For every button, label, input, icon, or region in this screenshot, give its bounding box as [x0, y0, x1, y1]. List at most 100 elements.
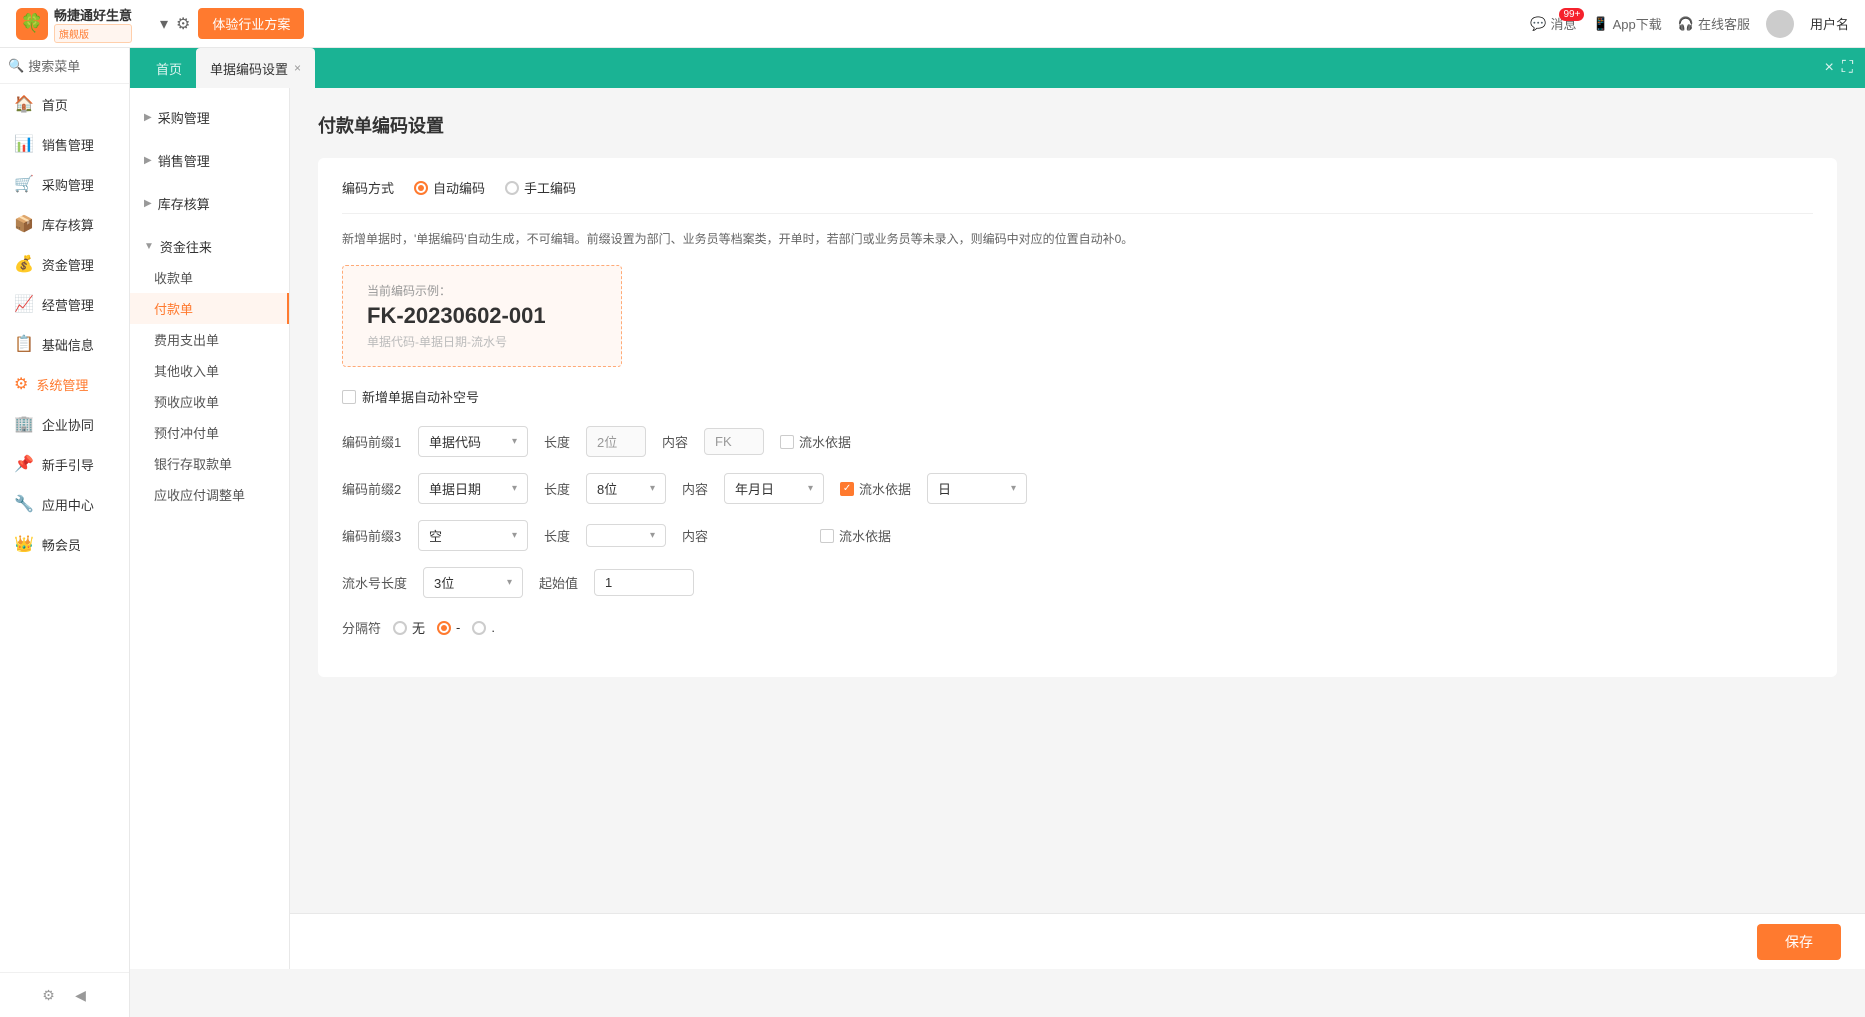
- sub-menu-item-shoukuan[interactable]: 收款单: [130, 262, 289, 293]
- nav-dropdown-btn[interactable]: ▾: [160, 14, 168, 34]
- save-button[interactable]: 保存: [1757, 924, 1841, 960]
- auto-encode-radio[interactable]: 自动编码: [414, 178, 485, 197]
- purchase-icon: 🛒: [14, 174, 34, 194]
- sub-menu-capital: ▼ 资金往来 收款单 付款单 费用支出单 其他收入单 预收应收单 预付冲付单 银…: [130, 225, 289, 516]
- manual-encode-radio[interactable]: 手工编码: [505, 178, 576, 197]
- sub-menu-capital-header[interactable]: ▼ 资金往来: [130, 231, 289, 262]
- topbar-left: 🍀 畅捷通好生意 旗舰版 ▾ ⚙ 体验行业方案: [16, 5, 304, 43]
- prefix2-period[interactable]: 日 ▾: [927, 473, 1027, 504]
- tab-close-icon[interactable]: ×: [1824, 59, 1833, 77]
- user-avatar[interactable]: [1766, 10, 1794, 38]
- basic-icon: 📋: [14, 334, 34, 354]
- prefix2-length[interactable]: 8位 ▾: [586, 473, 666, 504]
- sidebar-item-finance[interactable]: 💰 资金管理: [0, 244, 129, 284]
- dropdown-arrow-icon: ▾: [650, 483, 655, 494]
- dropdown-arrow-icon: ▾: [507, 577, 512, 588]
- sidebar-item-newguide[interactable]: 📌 新手引导: [0, 444, 129, 484]
- sidebar-item-home[interactable]: 🏠 首页: [0, 84, 129, 124]
- sep-dot-radio[interactable]: .: [472, 620, 495, 635]
- sales-icon: 📊: [14, 134, 34, 154]
- sidebar-item-appcenter[interactable]: 🔧 应用中心: [0, 484, 129, 524]
- dropdown-arrow-icon: ▾: [512, 436, 517, 447]
- settings-icon[interactable]: ⚙: [176, 14, 190, 34]
- tab-close-btn[interactable]: ×: [294, 61, 301, 75]
- sub-sidebar: ▶ 采购管理 ▶ 销售管理 ▶ 库存核算: [130, 88, 290, 969]
- sidebar-item-inventory[interactable]: 📦 库存核算: [0, 204, 129, 244]
- sub-menu-item-feiyong[interactable]: 费用支出单: [130, 324, 289, 355]
- sep-none-radio[interactable]: 无: [393, 618, 425, 637]
- auto-encode-radio-circle: [414, 181, 428, 195]
- logo-area: 🍀 畅捷通好生意 旗舰版: [16, 5, 132, 43]
- sep-dash-radio[interactable]: -: [437, 620, 460, 635]
- encoding-method-row: 编码方式 自动编码 手工编码: [342, 178, 1813, 214]
- prefix3-row: 编码前缀3 空 ▾ 长度 ▾ 内容: [342, 520, 1813, 551]
- tab-home[interactable]: 首页: [142, 48, 196, 88]
- prefix3-select[interactable]: 空 ▾: [418, 520, 528, 551]
- sidebar-item-basic[interactable]: 📋 基础信息: [0, 324, 129, 364]
- sep-dash-circle: [437, 621, 451, 635]
- prefix2-content[interactable]: 年月日 ▾: [724, 473, 824, 504]
- finance-icon: 💰: [14, 254, 34, 274]
- prefix2-checkbox[interactable]: ✓ 流水依据: [840, 479, 911, 498]
- trial-btn[interactable]: 体验行业方案: [198, 8, 304, 39]
- form-area: 付款单编码设置 编码方式 自动编码 手工编码: [290, 88, 1865, 913]
- sub-menu-item-yinhang[interactable]: 银行存取款单: [130, 448, 289, 479]
- sidebar-item-enterprise[interactable]: 🏢 企业协同: [0, 404, 129, 444]
- manual-encode-radio-circle: [505, 181, 519, 195]
- system-icon: ⚙: [14, 374, 28, 394]
- sub-menu-sales-header[interactable]: ▶ 销售管理: [130, 145, 289, 176]
- separator-row: 分隔符 无 - .: [342, 618, 1813, 637]
- logo-icon: 🍀: [16, 8, 48, 40]
- topbar: 🍀 畅捷通好生意 旗舰版 ▾ ⚙ 体验行业方案 💬 消息 99+ 📱 App下载…: [0, 0, 1865, 48]
- sub-menu-inventory-header[interactable]: ▶ 库存核算: [130, 188, 289, 219]
- topbar-right: 💬 消息 99+ 📱 App下载 🎧 在线客服 用户名: [1530, 10, 1849, 38]
- arrow-expand-icon: ▼: [144, 241, 154, 252]
- home-icon: 🏠: [14, 94, 34, 114]
- enterprise-icon: 🏢: [14, 414, 34, 434]
- sub-menu-item-fukuan[interactable]: 付款单: [130, 293, 289, 324]
- sidebar-item-sales[interactable]: 📊 销售管理: [0, 124, 129, 164]
- sub-menu-purchase-header[interactable]: ▶ 采购管理: [130, 102, 289, 133]
- dropdown-arrow-icon: ▾: [512, 530, 517, 541]
- message-icon: 💬: [1530, 16, 1546, 32]
- sub-menu-sales: ▶ 销售管理: [130, 139, 289, 182]
- start-value-input[interactable]: [594, 569, 694, 596]
- app-icon: 📱: [1592, 16, 1608, 32]
- serial-length-select[interactable]: 3位 ▾: [423, 567, 523, 598]
- prefix1-cb: [780, 435, 794, 449]
- dropdown-arrow-icon: ▾: [650, 530, 655, 541]
- logo-text: 畅捷通好生意 旗舰版: [54, 5, 132, 43]
- prefix1-length: 2位: [586, 426, 646, 457]
- dropdown-arrow-icon: ▾: [1011, 483, 1016, 494]
- sub-menu-item-qitashouru[interactable]: 其他收入单: [130, 355, 289, 386]
- auto-fill-row: 新增单据自动补空号: [342, 387, 1813, 406]
- sub-menu-purchase: ▶ 采购管理: [130, 96, 289, 139]
- sub-menu-item-yuchong[interactable]: 预收应收单: [130, 386, 289, 417]
- prefix2-select[interactable]: 单据日期 ▾: [418, 473, 528, 504]
- sidebar-item-system[interactable]: ⚙ 系统管理: [0, 364, 129, 404]
- search-icon: 🔍: [8, 58, 24, 74]
- sub-menu-item-yuchongfu[interactable]: 预付冲付单: [130, 417, 289, 448]
- service-icon: 🎧: [1678, 16, 1694, 32]
- sidebar-search[interactable]: 🔍 搜索菜单: [0, 48, 129, 84]
- prefix3-checkbox[interactable]: 流水依据: [820, 526, 891, 545]
- inventory-icon: 📦: [14, 214, 34, 234]
- prefix1-select[interactable]: 单据代码 ▾: [418, 426, 528, 457]
- info-text: 新增单据时，'单据编码'自动生成，不可编辑。前缀设置为部门、业务员等档案类，开单…: [342, 230, 1813, 249]
- tab-fullscreen-icon[interactable]: ⛶: [1842, 59, 1853, 77]
- message-btn[interactable]: 💬 消息 99+: [1530, 14, 1576, 33]
- online-service-btn[interactable]: 🎧 在线客服: [1678, 14, 1750, 33]
- prefix2-cb: ✓: [840, 482, 854, 496]
- auto-fill-checkbox[interactable]: [342, 390, 356, 404]
- app-download-btn[interactable]: 📱 App下载: [1592, 14, 1661, 33]
- sidebar-item-operations[interactable]: 📈 经营管理: [0, 284, 129, 324]
- prefix3-length[interactable]: ▾: [586, 524, 666, 547]
- sidebar-item-vip[interactable]: 👑 畅会员: [0, 524, 129, 564]
- prefix1-checkbox[interactable]: 流水依据: [780, 432, 851, 451]
- sep-none-circle: [393, 621, 407, 635]
- arrow-icon: ▶: [144, 112, 152, 123]
- sidebar-item-purchase[interactable]: 🛒 采购管理: [0, 164, 129, 204]
- tab-encoding[interactable]: 单据编码设置 ×: [196, 48, 315, 88]
- serial-row: 流水号长度 3位 ▾ 起始值: [342, 567, 1813, 598]
- sub-menu-item-yingshou[interactable]: 应收应付调整单: [130, 479, 289, 510]
